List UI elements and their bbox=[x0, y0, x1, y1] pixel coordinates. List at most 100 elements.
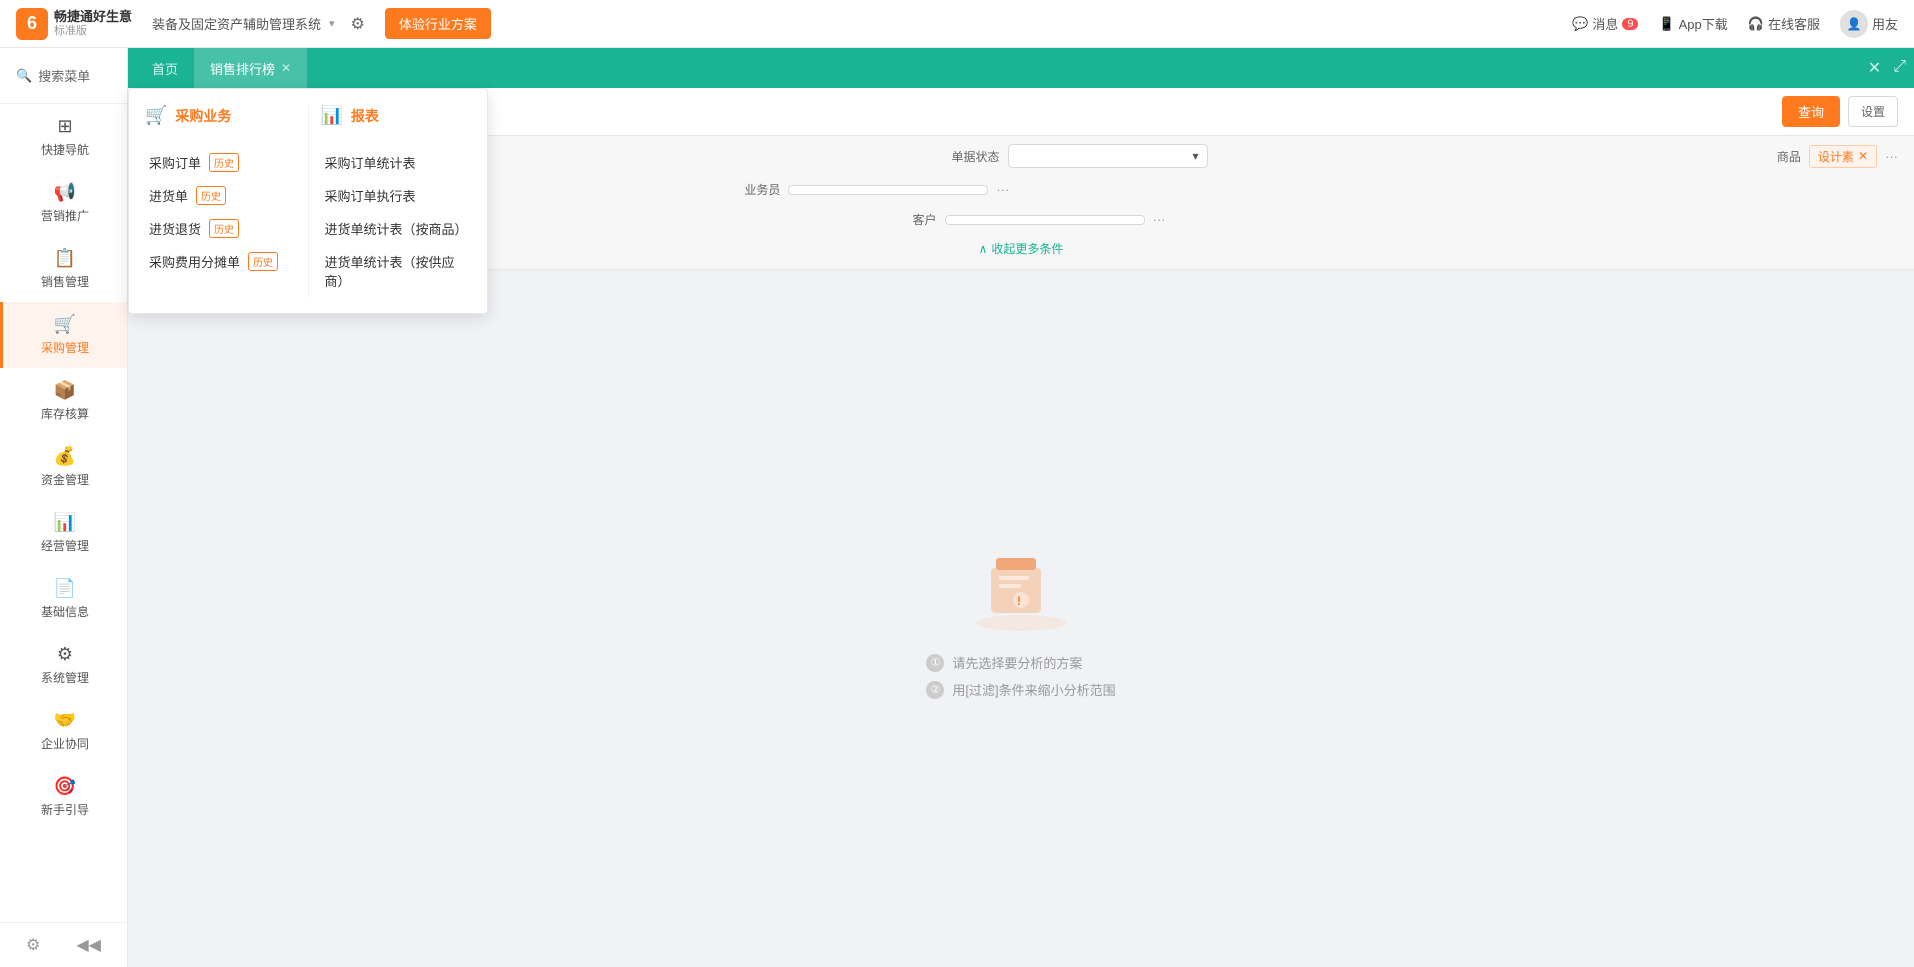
menu-item-label: 采购费用分摊单 bbox=[149, 252, 240, 271]
logo-char: 6 bbox=[27, 13, 37, 34]
online-service-button[interactable]: 🎧 在线客服 bbox=[1748, 14, 1820, 33]
svg-text:!: ! bbox=[1017, 594, 1021, 608]
purchase-title-text: 采购业务 bbox=[175, 106, 231, 126]
sidebar-item-label: 资金管理 bbox=[41, 471, 89, 488]
menu-item-expense[interactable]: 采购费用分摊单 历史 bbox=[145, 245, 296, 278]
sidebar-item-label: 经营管理 bbox=[41, 537, 89, 554]
collapse-label: 收起更多条件 bbox=[991, 240, 1063, 257]
sidebar-item-sales[interactable]: 📋 销售管理 bbox=[0, 236, 127, 302]
report-title-text: 报表 bbox=[351, 106, 379, 126]
marketing-icon: 📢 bbox=[54, 182, 76, 203]
goods-more-btn[interactable]: ··· bbox=[1885, 149, 1898, 164]
user-avatar: 👤 bbox=[1840, 10, 1868, 38]
step-num-2: ② bbox=[926, 681, 944, 699]
message-badge: 9 bbox=[1622, 18, 1638, 30]
empty-step-1-text: 请先选择要分析的方案 bbox=[952, 653, 1082, 672]
customer-select[interactable] bbox=[945, 215, 1145, 225]
purchase-section-title: 🛒 采购业务 bbox=[145, 105, 296, 134]
top-bar: 6 畅捷通好生意 标准版 装备及固定资产辅助管理系统 ▾ ⚙ 体验行业方案 💬 … bbox=[0, 0, 1914, 48]
settings-button[interactable]: 设置 bbox=[1848, 96, 1898, 127]
report-section-title: 📊 报表 bbox=[321, 105, 472, 134]
return-badge: 历史 bbox=[209, 219, 239, 238]
sales-icon: 📋 bbox=[54, 248, 76, 269]
empty-step-2-text: 用[过滤]条件来缩小分析范围 bbox=[952, 680, 1115, 699]
sidebar-item-collab[interactable]: 🤝 企业协同 bbox=[0, 698, 127, 764]
message-button[interactable]: 💬 消息 9 bbox=[1572, 14, 1638, 33]
headset-icon: 🎧 bbox=[1748, 16, 1764, 32]
sidebar-item-system[interactable]: ⚙ 系统管理 bbox=[0, 632, 127, 698]
status-dropdown: ▾ bbox=[1192, 149, 1198, 163]
staff-select[interactable] bbox=[788, 185, 988, 195]
online-service-label: 在线客服 bbox=[1768, 14, 1820, 33]
collapse-arrow: ∧ bbox=[979, 242, 988, 256]
sidebar-item-basic-info[interactable]: 📄 基础信息 bbox=[0, 566, 127, 632]
purchase-section-icon: 🛒 bbox=[145, 105, 167, 126]
menu-item-order-exec[interactable]: 采购订单执行表 bbox=[321, 179, 472, 212]
settings-icon[interactable]: ⚙ bbox=[351, 14, 365, 34]
status-filter: 单据状态 ▾ bbox=[940, 144, 1208, 168]
empty-state: ! ① 请先选择要分析的方案 ② 用[过滤]条件来缩小分析范围 bbox=[128, 270, 1914, 967]
status-select[interactable]: ▾ bbox=[1008, 144, 1208, 168]
app-download-label: App下载 bbox=[1679, 14, 1728, 33]
tab-maximize-btn[interactable]: ⤢ bbox=[1893, 58, 1906, 78]
staff-more-btn[interactable]: ··· bbox=[996, 182, 1009, 197]
sidebar-item-guide[interactable]: 🎯 新手引导 bbox=[0, 764, 127, 830]
menu-item-inbound-stats-goods[interactable]: 进货单统计表（按商品） bbox=[321, 212, 472, 245]
user-label: 用友 bbox=[1872, 14, 1898, 33]
tab-sales-ranking[interactable]: 销售排行榜 ✕ bbox=[194, 48, 307, 88]
app-download-button[interactable]: 📱 App下载 bbox=[1658, 14, 1727, 33]
menu-item-label: 进货单统计表（按商品） bbox=[325, 219, 468, 238]
logo-subtitle: 标准版 bbox=[54, 25, 132, 38]
tab-home[interactable]: 首页 bbox=[136, 48, 194, 88]
sidebar-item-quick-nav[interactable]: ⊞ 快捷导航 bbox=[0, 104, 127, 170]
staff-label: 业务员 bbox=[720, 181, 780, 198]
status-label: 单据状态 bbox=[940, 148, 1000, 165]
sidebar-header: 🔍 搜索菜单 bbox=[0, 48, 127, 104]
menu-item-order-stats[interactable]: 采购订单统计表 bbox=[321, 146, 472, 179]
sidebar-item-inventory[interactable]: 📦 库存核算 bbox=[0, 368, 127, 434]
message-icon: 💬 bbox=[1572, 16, 1588, 32]
trial-button[interactable]: 体验行业方案 bbox=[385, 8, 491, 39]
tab-close-btn[interactable]: ✕ bbox=[281, 61, 291, 75]
tab-home-label: 首页 bbox=[152, 59, 178, 78]
sidebar-item-finance[interactable]: 💰 资金管理 bbox=[0, 434, 127, 500]
search-icon: 🔍 bbox=[16, 68, 32, 84]
user-menu[interactable]: 👤 用友 bbox=[1840, 10, 1898, 38]
sidebar-item-operations[interactable]: 📊 经营管理 bbox=[0, 500, 127, 566]
search-menu-button[interactable]: 🔍 搜索菜单 bbox=[8, 60, 119, 91]
sidebar-item-label: 销售管理 bbox=[41, 273, 89, 290]
menu-item-return[interactable]: 进货退货 历史 bbox=[145, 212, 296, 245]
search-menu-label: 搜索菜单 bbox=[38, 66, 90, 85]
menu-item-label: 进货退货 bbox=[149, 219, 201, 238]
system-title-text: 装备及固定资产辅助管理系统 bbox=[152, 14, 321, 33]
system-dropdown-arrow[interactable]: ▾ bbox=[329, 17, 335, 30]
menu-item-inbound-stats-supplier[interactable]: 进货单统计表（按供应商） bbox=[321, 245, 472, 297]
expense-badge: 历史 bbox=[248, 252, 278, 271]
tab-actions: ✕ ⤢ bbox=[1868, 58, 1906, 78]
sidebar-item-purchase[interactable]: 🛒 采购管理 bbox=[0, 302, 127, 368]
tab-restore-btn[interactable]: ✕ bbox=[1868, 58, 1881, 78]
sidebar-item-marketing[interactable]: 📢 营销推广 bbox=[0, 170, 127, 236]
purchase-section: 🛒 采购业务 采购订单 历史 进货单 历史 进货退货 历史 采购费用分摊单 历史 bbox=[145, 105, 296, 297]
top-right: 💬 消息 9 📱 App下载 🎧 在线客服 👤 用友 bbox=[1572, 10, 1898, 38]
customer-more-btn[interactable]: ··· bbox=[1153, 212, 1166, 227]
empty-step-1: ① 请先选择要分析的方案 bbox=[926, 653, 1115, 672]
goods-filter: 商品 设计素 ✕ ··· bbox=[1741, 145, 1898, 168]
query-button[interactable]: 查询 bbox=[1782, 96, 1840, 127]
finance-icon: 💰 bbox=[54, 446, 76, 467]
goods-tag-close[interactable]: ✕ bbox=[1858, 149, 1868, 163]
menu-item-label: 采购订单统计表 bbox=[325, 153, 416, 172]
inventory-icon: 📦 bbox=[54, 380, 76, 401]
message-label: 消息 bbox=[1592, 14, 1618, 33]
sidebar-settings-btn[interactable]: ⚙ bbox=[26, 935, 40, 955]
collapse-button[interactable]: ∧ 收起更多条件 bbox=[979, 240, 1064, 257]
tab-bar: 首页 销售排行榜 ✕ ✕ ⤢ bbox=[128, 48, 1914, 88]
menu-item-label: 进货单 bbox=[149, 186, 188, 205]
logo-title: 畅捷通好生意 bbox=[54, 9, 132, 25]
sidebar-item-label: 新手引导 bbox=[41, 801, 89, 818]
menu-item-label: 采购订单执行表 bbox=[325, 186, 416, 205]
customer-filter: 客户 ··· bbox=[877, 211, 1166, 228]
menu-item-purchase-order[interactable]: 采购订单 历史 bbox=[145, 146, 296, 179]
sidebar-collapse-btn[interactable]: ◀◀ bbox=[76, 935, 101, 955]
menu-item-inbound[interactable]: 进货单 历史 bbox=[145, 179, 296, 212]
